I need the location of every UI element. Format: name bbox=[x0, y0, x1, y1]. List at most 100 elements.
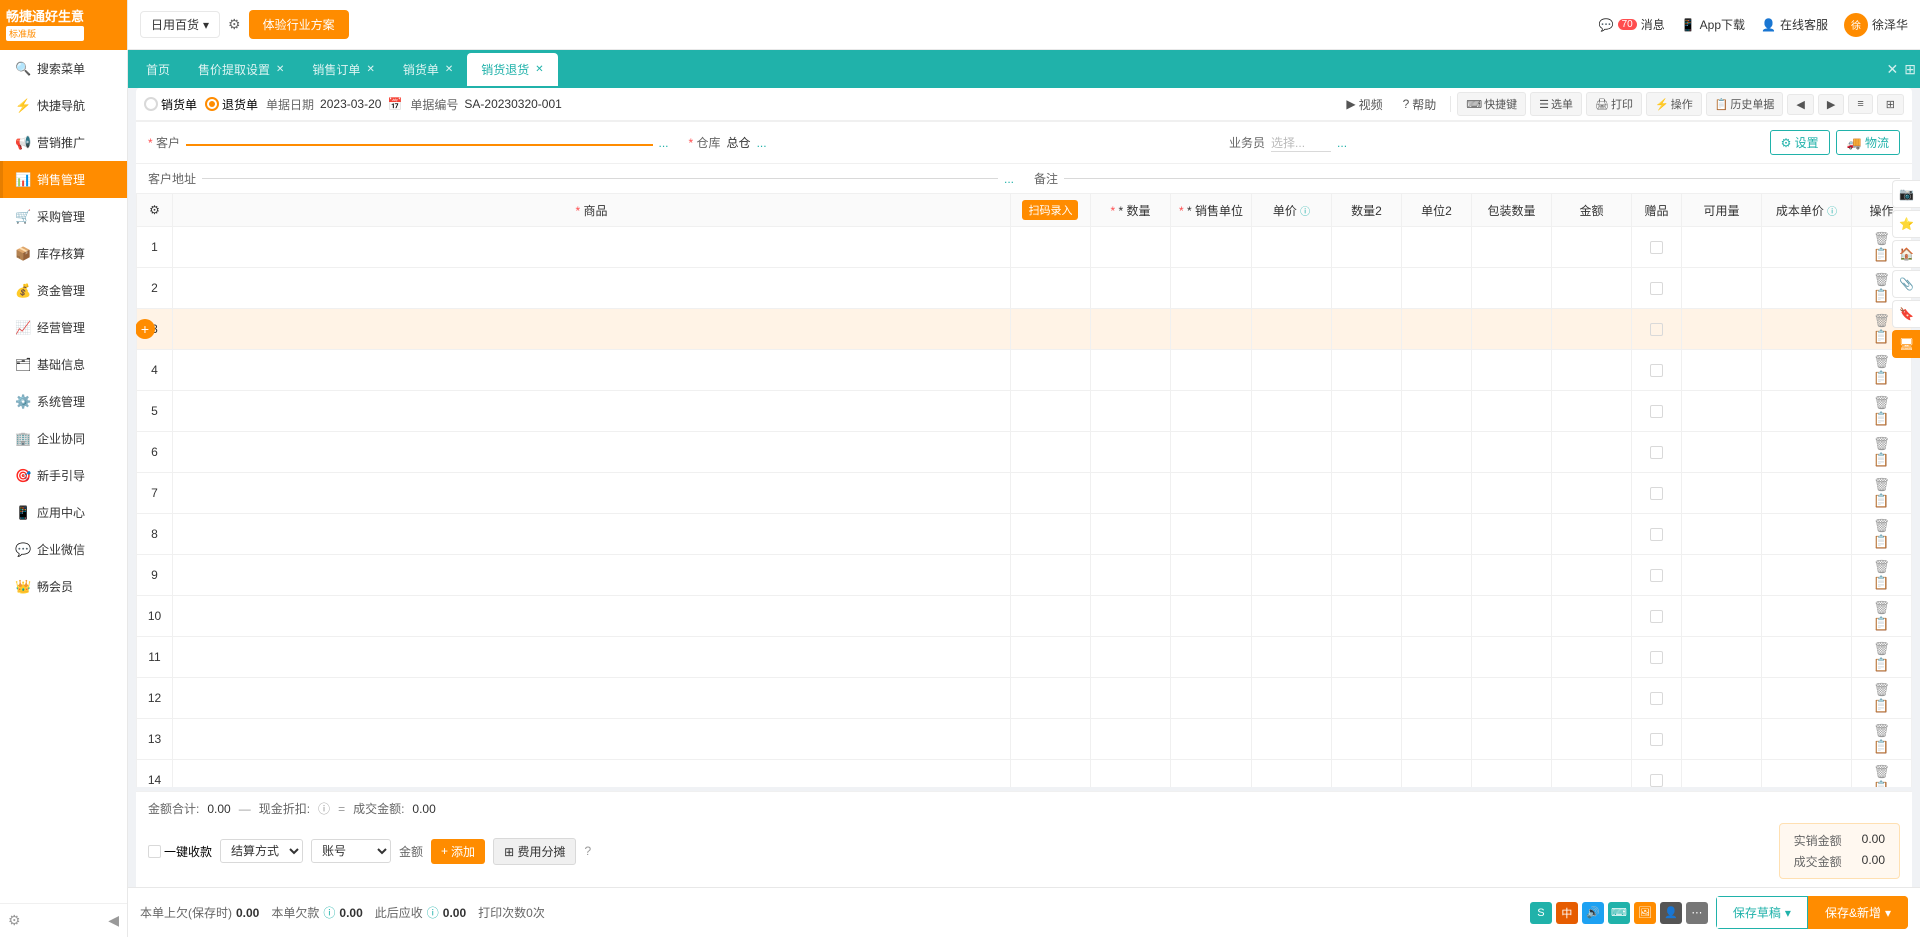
unit2-cell-6[interactable] bbox=[1402, 432, 1472, 473]
qty-cell-6[interactable] bbox=[1090, 432, 1170, 473]
gift-cb-2[interactable] bbox=[1650, 282, 1663, 295]
amount-cell-3[interactable] bbox=[1552, 309, 1632, 350]
copy-icon-6[interactable]: 📋 bbox=[1873, 452, 1889, 467]
customer-dots[interactable]: ... bbox=[659, 136, 669, 150]
amount-cell-8[interactable] bbox=[1552, 514, 1632, 555]
delete-icon-10[interactable]: 🗑 bbox=[1873, 600, 1890, 615]
footer-icon-1[interactable]: S bbox=[1530, 902, 1552, 924]
unit-cell-4[interactable] bbox=[1170, 350, 1251, 391]
app-download-btn[interactable]: 📱 App下载 bbox=[1681, 16, 1745, 33]
avail-cell-10[interactable] bbox=[1682, 596, 1762, 637]
unit2-cell-2[interactable] bbox=[1402, 268, 1472, 309]
unit2-cell-3[interactable] bbox=[1402, 309, 1472, 350]
gift-cell-6[interactable] bbox=[1632, 432, 1682, 473]
history-btn[interactable]: 📋 历史单据 bbox=[1706, 92, 1784, 116]
gift-cb-3[interactable] bbox=[1650, 323, 1663, 336]
qty2-cell-1[interactable] bbox=[1332, 227, 1402, 268]
avail-cell-4[interactable] bbox=[1682, 350, 1762, 391]
unit-cell-14[interactable] bbox=[1170, 760, 1251, 788]
gift-cb-9[interactable] bbox=[1650, 569, 1663, 582]
delete-icon-11[interactable]: 🗑 bbox=[1873, 641, 1890, 656]
qty2-cell-4[interactable] bbox=[1332, 350, 1402, 391]
avail-cell-6[interactable] bbox=[1682, 432, 1762, 473]
sidebar-item-enterprise[interactable]: 🏢 企业协同 bbox=[0, 420, 127, 457]
save-draft-btn[interactable]: 保存草稿 ▾ bbox=[1716, 896, 1808, 929]
price-cell-12[interactable] bbox=[1252, 678, 1332, 719]
right-panel-btn-2[interactable]: ⭐ bbox=[1892, 210, 1920, 238]
add-payment-btn[interactable]: + 添加 bbox=[431, 839, 485, 864]
product-cell-4[interactable] bbox=[173, 350, 1011, 391]
qty-cell-4[interactable] bbox=[1090, 350, 1170, 391]
product-input-3[interactable] bbox=[181, 322, 1002, 337]
gift-cell-9[interactable] bbox=[1632, 555, 1682, 596]
unit-cell-2[interactable] bbox=[1170, 268, 1251, 309]
unit-cell-10[interactable] bbox=[1170, 596, 1251, 637]
user-profile-btn[interactable]: 徐 徐泽华 bbox=[1844, 13, 1908, 37]
cost-cell-6[interactable] bbox=[1762, 432, 1852, 473]
view-grid-btn[interactable]: ⊞ bbox=[1877, 94, 1904, 115]
radio-delivery[interactable]: 销货单 bbox=[144, 96, 197, 113]
qty-cell-3[interactable] bbox=[1090, 309, 1170, 350]
calc-method-select[interactable]: 结算方式 bbox=[220, 839, 303, 863]
address-dots[interactable]: ... bbox=[1004, 172, 1014, 186]
price-cell-11[interactable] bbox=[1252, 637, 1332, 678]
pack-cell-8[interactable] bbox=[1472, 514, 1552, 555]
price-cell-8[interactable] bbox=[1252, 514, 1332, 555]
qty-cell-1[interactable] bbox=[1090, 227, 1170, 268]
tab-close-sales-price[interactable]: ✕ bbox=[276, 64, 284, 75]
amount-cell-9[interactable] bbox=[1552, 555, 1632, 596]
delete-icon-7[interactable]: 🗑 bbox=[1873, 477, 1890, 492]
tab-close-sales-order[interactable]: ✕ bbox=[366, 64, 374, 75]
amount-cell-11[interactable] bbox=[1552, 637, 1632, 678]
tab-sales-return[interactable]: 销货退货 ✕ bbox=[467, 53, 557, 86]
tab-sales-order[interactable]: 销售订单 ✕ bbox=[298, 53, 388, 86]
footer-icon-2[interactable]: 中 bbox=[1556, 902, 1578, 924]
pack-cell-7[interactable] bbox=[1472, 473, 1552, 514]
qty-cell-11[interactable] bbox=[1090, 637, 1170, 678]
sidebar-item-basics[interactable]: 🗂 基础信息 bbox=[0, 346, 127, 383]
pack-cell-5[interactable] bbox=[1472, 391, 1552, 432]
product-cell-10[interactable] bbox=[173, 596, 1011, 637]
next-btn[interactable]: ▶ bbox=[1818, 94, 1844, 115]
amount-cell-10[interactable] bbox=[1552, 596, 1632, 637]
amount-cell-14[interactable] bbox=[1552, 760, 1632, 788]
product-cell-11[interactable] bbox=[173, 637, 1011, 678]
shortcut-btn[interactable]: ⌨ 快捷键 bbox=[1457, 92, 1526, 116]
product-cell-1[interactable] bbox=[173, 227, 1011, 268]
gift-cb-13[interactable] bbox=[1650, 733, 1663, 746]
delete-icon-12[interactable]: 🗑 bbox=[1873, 682, 1890, 697]
sidebar-item-appstore[interactable]: 📱 应用中心 bbox=[0, 494, 127, 531]
qty-cell-12[interactable] bbox=[1090, 678, 1170, 719]
close-all-tabs-btn[interactable]: ✕ bbox=[1887, 61, 1899, 78]
customer-input[interactable] bbox=[186, 140, 652, 146]
industry-dropdown[interactable]: 日用百货 ▾ bbox=[140, 11, 220, 38]
amount-cell-1[interactable] bbox=[1552, 227, 1632, 268]
qty-cell-7[interactable] bbox=[1090, 473, 1170, 514]
online-service-btn[interactable]: 👤 在线客服 bbox=[1761, 16, 1828, 33]
qty-cell-10[interactable] bbox=[1090, 596, 1170, 637]
cost-cell-11[interactable] bbox=[1762, 637, 1852, 678]
right-panel-btn-4[interactable]: 📎 bbox=[1892, 270, 1920, 298]
price-cell-14[interactable] bbox=[1252, 760, 1332, 788]
pack-cell-13[interactable] bbox=[1472, 719, 1552, 760]
gift-cb-4[interactable] bbox=[1650, 364, 1663, 377]
unit-cell-12[interactable] bbox=[1170, 678, 1251, 719]
delete-icon-4[interactable]: 🗑 bbox=[1873, 354, 1890, 369]
avail-cell-2[interactable] bbox=[1682, 268, 1762, 309]
cost-cell-8[interactable] bbox=[1762, 514, 1852, 555]
tab-sales-price[interactable]: 售价提取设置 ✕ bbox=[184, 53, 298, 86]
pack-cell-4[interactable] bbox=[1472, 350, 1552, 391]
qty2-cell-3[interactable] bbox=[1332, 309, 1402, 350]
sidebar-item-wechat[interactable]: 💬 企业微信 bbox=[0, 531, 127, 568]
copy-icon-7[interactable]: 📋 bbox=[1873, 493, 1889, 508]
qty-cell-8[interactable] bbox=[1090, 514, 1170, 555]
price-cell-4[interactable] bbox=[1252, 350, 1332, 391]
staff-dots[interactable]: ... bbox=[1337, 136, 1347, 150]
unit-cell-8[interactable] bbox=[1170, 514, 1251, 555]
amount-cell-12[interactable] bbox=[1552, 678, 1632, 719]
copy-icon-13[interactable]: 📋 bbox=[1873, 739, 1889, 754]
unit2-cell-12[interactable] bbox=[1402, 678, 1472, 719]
product-cell-12[interactable] bbox=[173, 678, 1011, 719]
sidebar-item-search[interactable]: 🔍 搜索菜单 bbox=[0, 50, 127, 87]
cost-cell-7[interactable] bbox=[1762, 473, 1852, 514]
